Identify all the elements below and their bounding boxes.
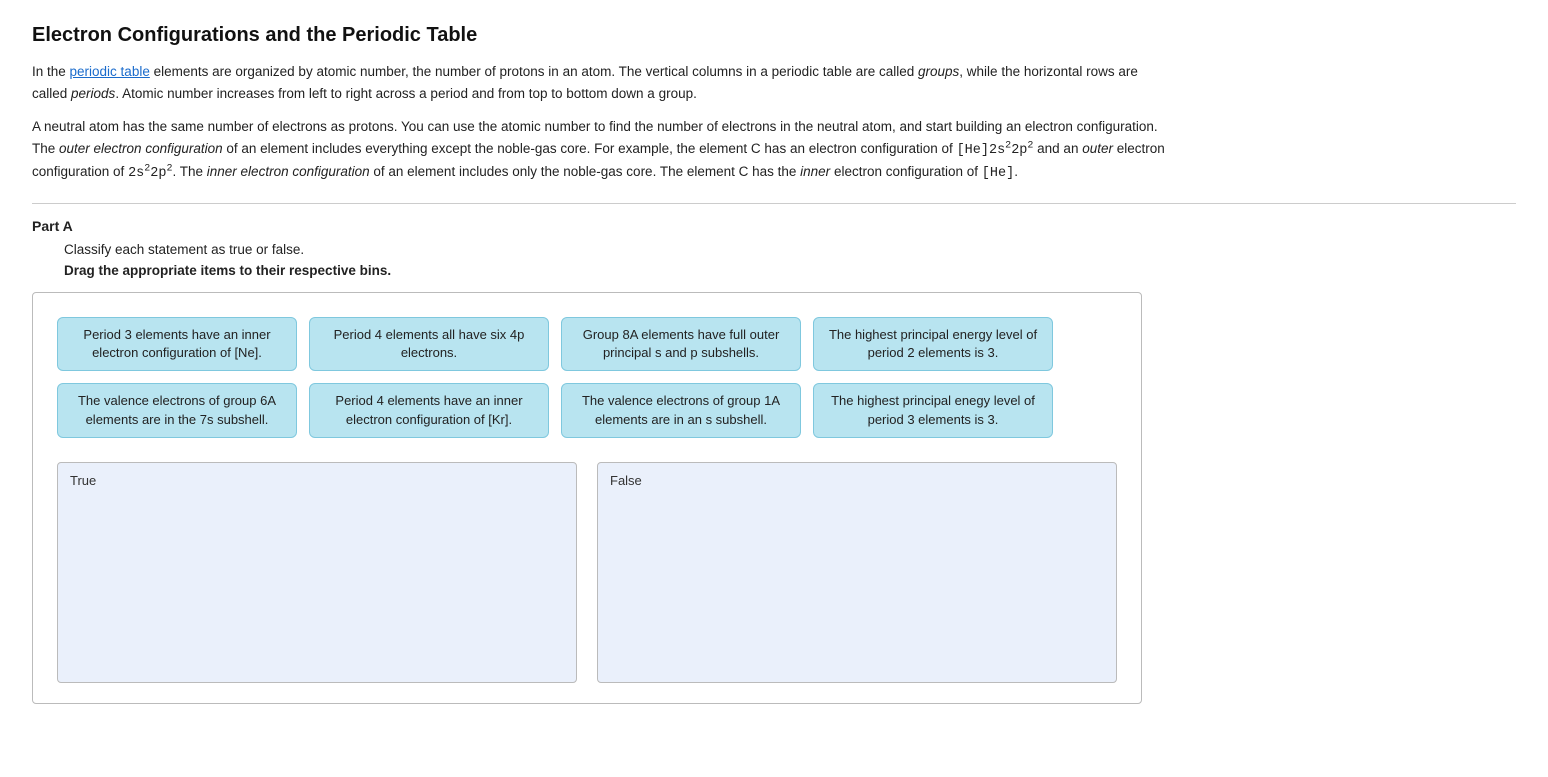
intro-paragraph-1: In the periodic table elements are organ…: [32, 61, 1172, 104]
false-bin-label: False: [610, 473, 1104, 488]
drag-item-5[interactable]: The valence electrons of group 6A elemen…: [57, 383, 297, 437]
true-bin-label: True: [70, 473, 564, 488]
drag-item-7[interactable]: The valence electrons of group 1A elemen…: [561, 383, 801, 437]
drag-area: Period 3 elements have an inner electron…: [32, 292, 1142, 704]
true-bin-inner: [70, 492, 564, 672]
false-bin-inner: [610, 492, 1104, 672]
instruction-1: Classify each statement as true or false…: [32, 242, 1516, 257]
true-bin[interactable]: True: [57, 462, 577, 683]
drag-item-1[interactable]: Period 3 elements have an inner electron…: [57, 317, 297, 371]
drag-row-1: Period 3 elements have an inner electron…: [57, 317, 1117, 371]
part-label: Part A: [32, 218, 1516, 234]
drag-item-3[interactable]: Group 8A elements have full outer princi…: [561, 317, 801, 371]
divider: [32, 203, 1516, 204]
drag-item-2[interactable]: Period 4 elements all have six 4p electr…: [309, 317, 549, 371]
drag-items-container: Period 3 elements have an inner electron…: [57, 317, 1117, 438]
bins-container: True False: [57, 462, 1117, 683]
false-bin[interactable]: False: [597, 462, 1117, 683]
drag-row-2: The valence electrons of group 6A elemen…: [57, 383, 1117, 437]
intro-paragraph-2: A neutral atom has the same number of el…: [32, 116, 1172, 185]
drag-item-4[interactable]: The highest principal energy level of pe…: [813, 317, 1053, 371]
periodic-table-link[interactable]: periodic table: [70, 64, 150, 79]
page-title: Electron Configurations and the Periodic…: [32, 24, 1516, 47]
drag-item-8[interactable]: The highest principal enegy level of per…: [813, 383, 1053, 437]
instruction-2: Drag the appropriate items to their resp…: [32, 263, 1516, 278]
drag-item-6[interactable]: Period 4 elements have an inner electron…: [309, 383, 549, 437]
